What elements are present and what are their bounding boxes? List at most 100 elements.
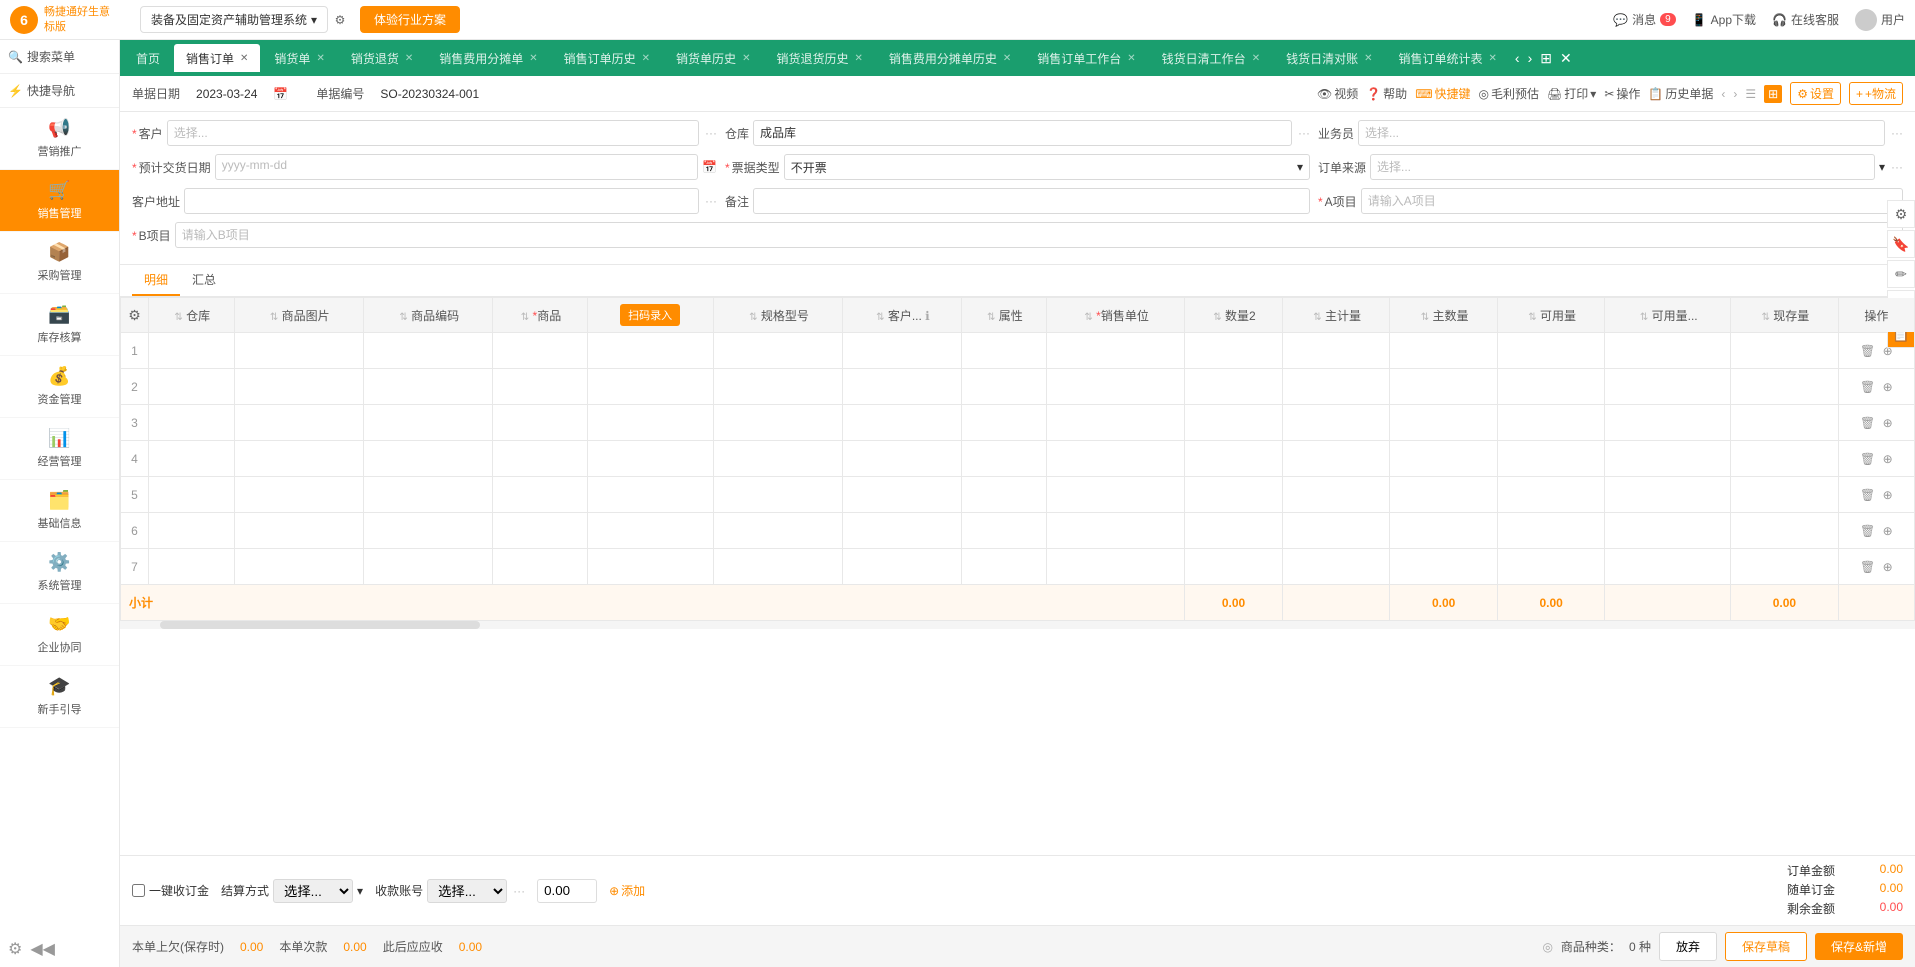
tab-close-sales-return[interactable]: ✕ bbox=[316, 53, 324, 64]
system-selector[interactable]: 装备及固定资产辅助管理系统 ▾ bbox=[140, 6, 328, 33]
row1-available2[interactable] bbox=[1605, 333, 1731, 369]
nav-next-icon[interactable]: › bbox=[1733, 87, 1737, 101]
tab-nav-close[interactable]: ✕ bbox=[1556, 50, 1576, 67]
grid-view-icon[interactable]: ⊞ bbox=[1764, 85, 1782, 103]
row5-main-unit[interactable] bbox=[1282, 477, 1390, 513]
view-link[interactable]: 👁 视频 bbox=[1317, 85, 1358, 102]
col-warehouse-header[interactable]: ⇅ 仓库 bbox=[149, 298, 235, 333]
col-spec-header[interactable]: ⇅ 规格型号 bbox=[713, 298, 842, 333]
row1-main-unit[interactable] bbox=[1282, 333, 1390, 369]
horizontal-scrollbar[interactable] bbox=[120, 621, 1915, 629]
row5-available2[interactable] bbox=[1605, 477, 1731, 513]
row2-qty2[interactable] bbox=[1185, 369, 1283, 405]
sidebar-quick-nav[interactable]: ⚡ 快捷导航 bbox=[0, 74, 119, 108]
online-service-button[interactable]: 🎧 在线客服 bbox=[1772, 11, 1839, 28]
row1-product-image[interactable] bbox=[234, 333, 363, 369]
tab-close-sales-refund[interactable]: ✕ bbox=[405, 53, 413, 64]
row1-product[interactable] bbox=[493, 333, 587, 369]
tab-close-sales-workbench[interactable]: ✕ bbox=[1127, 53, 1135, 64]
row4-qty2[interactable] bbox=[1185, 441, 1283, 477]
tab-close-order-history[interactable]: ✕ bbox=[642, 53, 650, 64]
row6-sales-unit[interactable] bbox=[1047, 513, 1185, 549]
nav-prev-icon[interactable]: ‹ bbox=[1721, 87, 1725, 101]
row2-available2[interactable] bbox=[1605, 369, 1731, 405]
shortcut-link[interactable]: ⌨ 快捷键 bbox=[1415, 85, 1470, 102]
sidebar-item-system[interactable]: ⚙️ 系统管理 bbox=[0, 542, 119, 604]
row4-attribute[interactable] bbox=[961, 441, 1047, 477]
row4-delete-icon[interactable]: 🗑 bbox=[1860, 452, 1875, 466]
tab-detail[interactable]: 明细 bbox=[132, 265, 180, 296]
row4-product-code[interactable] bbox=[364, 441, 493, 477]
row5-main-qty[interactable] bbox=[1390, 477, 1498, 513]
row5-spec[interactable] bbox=[713, 477, 842, 513]
row3-product-image[interactable] bbox=[234, 405, 363, 441]
tab-cash-reconcile[interactable]: 钱货日清对账 ✕ bbox=[1274, 44, 1384, 72]
tab-close-return-history[interactable]: ✕ bbox=[742, 53, 750, 64]
tab-summary[interactable]: 汇总 bbox=[180, 265, 228, 296]
tab-sales-refund[interactable]: 销货退货 ✕ bbox=[339, 44, 425, 72]
col-available2-header[interactable]: ⇅ 可用量... bbox=[1605, 298, 1731, 333]
payment-method-select[interactable]: 选择... bbox=[273, 879, 353, 903]
discard-button[interactable]: 放弃 bbox=[1659, 932, 1717, 961]
col-main-qty-header[interactable]: ⇅ 主数量 bbox=[1390, 298, 1498, 333]
col-settings-header[interactable]: ⚙ bbox=[121, 298, 149, 333]
delivery-date-input[interactable]: yyyy-mm-dd bbox=[215, 154, 698, 180]
sidebar-search[interactable]: 🔍 搜索菜单 bbox=[0, 40, 119, 74]
sidebar-settings-button[interactable]: ⚙ bbox=[8, 939, 22, 959]
row5-product[interactable] bbox=[493, 477, 587, 513]
print-link[interactable]: 🖨 打印 ▾ bbox=[1547, 85, 1596, 102]
tab-close-refund-history[interactable]: ✕ bbox=[854, 53, 862, 64]
row1-product-code[interactable] bbox=[364, 333, 493, 369]
col-product-image-header[interactable]: ⇅ 商品图片 bbox=[234, 298, 363, 333]
row4-warehouse[interactable] bbox=[149, 441, 235, 477]
list-view-icon[interactable]: ☰ bbox=[1745, 87, 1756, 101]
row6-warehouse[interactable] bbox=[149, 513, 235, 549]
user-avatar[interactable]: 用户 bbox=[1855, 9, 1905, 31]
row2-spec[interactable] bbox=[713, 369, 842, 405]
settings-link[interactable]: ⚙ 设置 bbox=[1790, 82, 1841, 105]
tab-sales-summary[interactable]: 销售订单统计表 ✕ bbox=[1386, 44, 1508, 72]
row7-sales-unit[interactable] bbox=[1047, 549, 1185, 585]
tab-close-cash-reconcile[interactable]: ✕ bbox=[1364, 53, 1372, 64]
row6-customer-ref[interactable] bbox=[843, 513, 961, 549]
order-source-dots[interactable]: ··· bbox=[1891, 160, 1903, 174]
row4-current[interactable] bbox=[1731, 441, 1839, 477]
sidebar-item-basic[interactable]: 🗂️ 基础信息 bbox=[0, 480, 119, 542]
row3-available[interactable] bbox=[1497, 405, 1605, 441]
row7-current[interactable] bbox=[1731, 549, 1839, 585]
row2-product-code[interactable] bbox=[364, 369, 493, 405]
calendar-icon[interactable]: 📅 bbox=[273, 87, 288, 101]
col-customer-ref-header[interactable]: ⇅ 客户... ℹ bbox=[843, 298, 961, 333]
tab-close-sales-order[interactable]: ✕ bbox=[240, 53, 248, 64]
tab-nav-prev[interactable]: ‹ bbox=[1511, 50, 1524, 66]
row7-main-unit[interactable] bbox=[1282, 549, 1390, 585]
settings-icon[interactable]: ⚙ bbox=[328, 8, 352, 32]
row7-qty2[interactable] bbox=[1185, 549, 1283, 585]
warehouse-dots[interactable]: ··· bbox=[1298, 126, 1310, 140]
row3-warehouse[interactable] bbox=[149, 405, 235, 441]
row6-copy-icon[interactable]: ⊕ bbox=[1883, 524, 1893, 538]
solution-button[interactable]: 体验行业方案 bbox=[360, 6, 460, 33]
row4-customer-ref[interactable] bbox=[843, 441, 961, 477]
tab-sales-order-history[interactable]: 销售订单历史 ✕ bbox=[552, 44, 662, 72]
row5-attribute[interactable] bbox=[961, 477, 1047, 513]
col-product-code-header[interactable]: ⇅ 商品编码 bbox=[364, 298, 493, 333]
sidebar-item-purchase[interactable]: 📦 采购管理 bbox=[0, 232, 119, 294]
row1-available[interactable] bbox=[1497, 333, 1605, 369]
row3-delete-icon[interactable]: 🗑 bbox=[1860, 416, 1875, 430]
customer-address-input[interactable] bbox=[184, 188, 699, 214]
row2-sales-unit[interactable] bbox=[1047, 369, 1185, 405]
row5-qty2[interactable] bbox=[1185, 477, 1283, 513]
app-download-button[interactable]: 📱 App下载 bbox=[1692, 11, 1756, 28]
row3-copy-icon[interactable]: ⊕ bbox=[1883, 416, 1893, 430]
tab-expense-history[interactable]: 销售费用分摊单历史 ✕ bbox=[877, 44, 1023, 72]
tab-sales-return-history[interactable]: 销货单历史 ✕ bbox=[664, 44, 762, 72]
row3-spec[interactable] bbox=[713, 405, 842, 441]
row1-customer-ref[interactable] bbox=[843, 333, 961, 369]
tab-sales-refund-history[interactable]: 销货退货历史 ✕ bbox=[764, 44, 874, 72]
one-click-checkbox[interactable]: 一键收订金 bbox=[132, 882, 209, 899]
scan-button[interactable]: 扫码录入 bbox=[620, 304, 680, 326]
row5-product-code[interactable] bbox=[364, 477, 493, 513]
remark-input[interactable] bbox=[753, 188, 1310, 214]
row4-available[interactable] bbox=[1497, 441, 1605, 477]
